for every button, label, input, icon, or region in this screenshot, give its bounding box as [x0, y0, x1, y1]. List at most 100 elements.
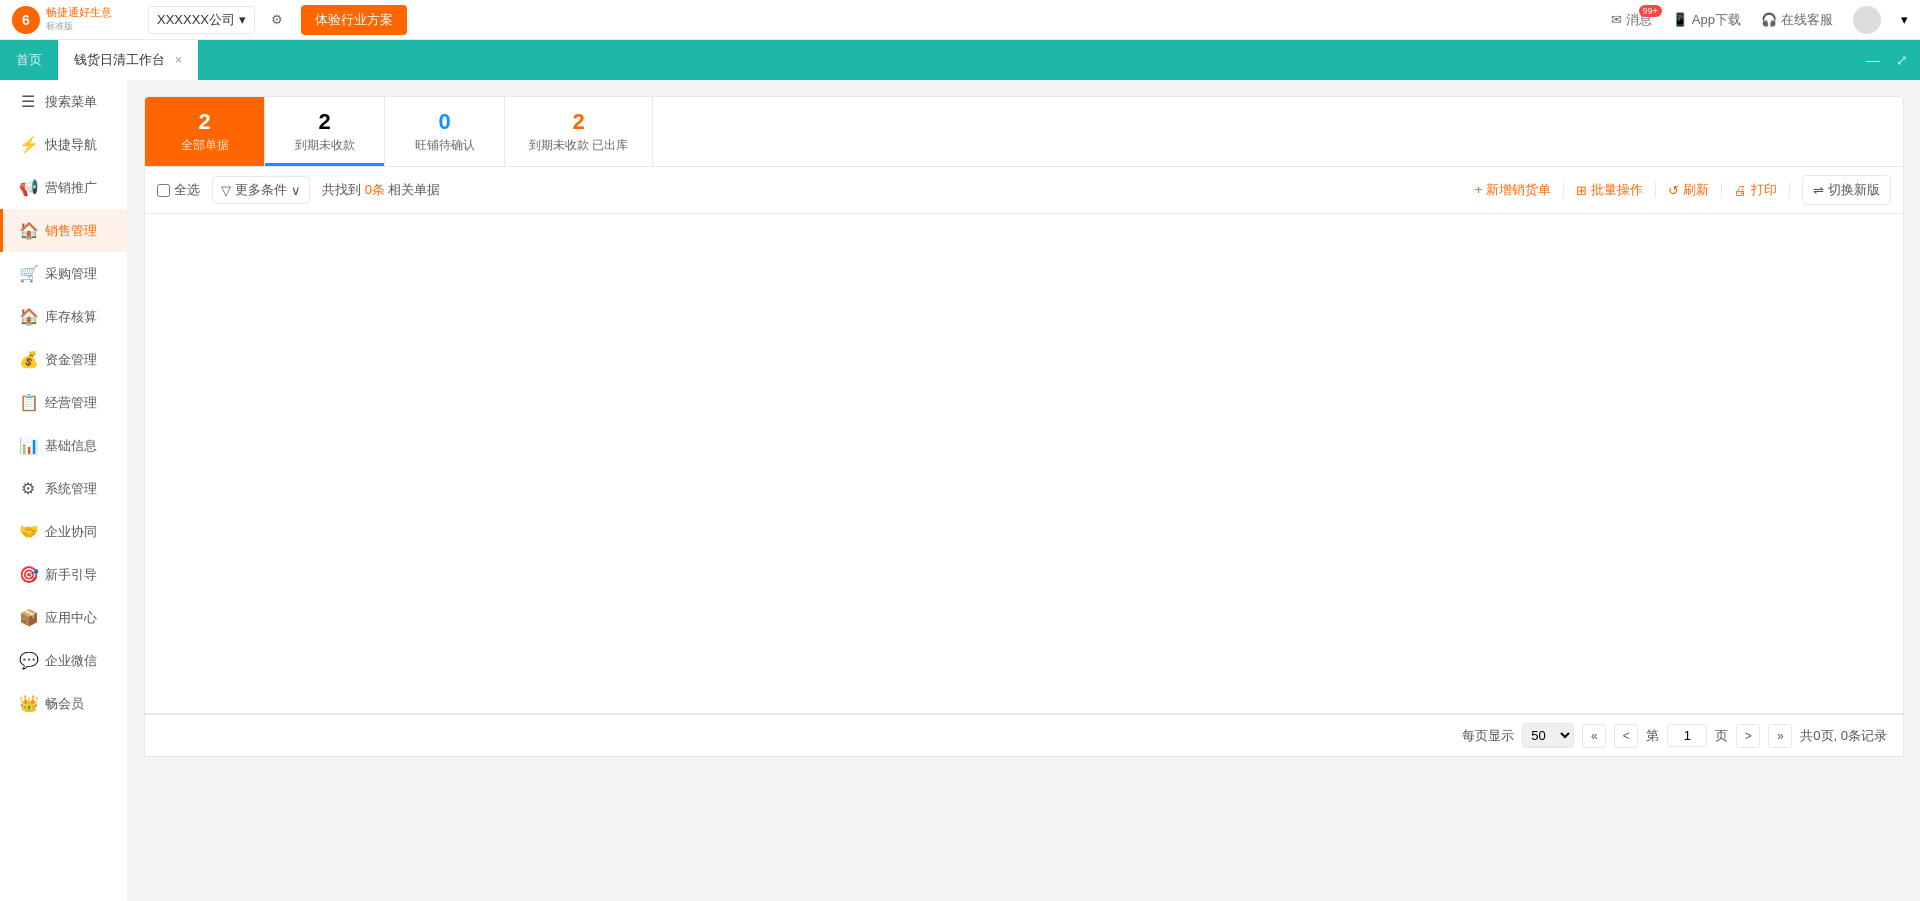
stat-tab-overdue[interactable]: 2 到期未收款 — [265, 97, 385, 166]
toolbar-divider2 — [1655, 182, 1656, 198]
quick-nav-icon: ⚡ — [19, 135, 37, 154]
per-page-label: 每页显示 — [1462, 727, 1514, 745]
tab-minimize-icon[interactable]: — — [1862, 48, 1884, 72]
per-page-select[interactable]: 50 100 — [1522, 723, 1574, 748]
first-page-btn[interactable]: « — [1582, 724, 1606, 748]
settings-icon[interactable]: ⚙ — [263, 6, 291, 34]
toolbar-divider4 — [1789, 182, 1790, 198]
marketing-icon: 📢 — [19, 178, 37, 197]
tab-bar-right: — ⤢ — [1862, 48, 1920, 72]
page-number-input[interactable] — [1667, 724, 1707, 747]
sidebar-label-guide: 新手引导 — [45, 566, 97, 584]
avatar[interactable] — [1853, 6, 1881, 34]
tab-maximize-icon[interactable]: ⤢ — [1892, 48, 1912, 72]
filter-dropdown-icon: ∨ — [291, 183, 301, 198]
stat-tab-wangpu[interactable]: 0 旺铺待确认 — [385, 97, 505, 166]
experience-btn[interactable]: 体验行业方案 — [301, 5, 407, 35]
stat-tab-all[interactable]: 2 全部单据 — [145, 97, 265, 166]
sidebar-item-quick-nav[interactable]: ⚡ 快捷导航 — [0, 123, 127, 166]
toolbar: 全选 ▽ 更多条件 ∨ 共找到 0条 相关单据 + 新增销货单 ⊞ 批量操作 — [144, 167, 1904, 214]
sidebar-label-enterprise-wechat: 企业微信 — [45, 652, 97, 670]
sidebar-item-sales[interactable]: 🏠 销售管理 — [0, 209, 127, 252]
sidebar-item-base-info[interactable]: 📊 基础信息 — [0, 424, 127, 467]
sidebar-item-search-menu[interactable]: ☰ 搜索菜单 — [0, 80, 127, 123]
sidebar-label-member: 畅会员 — [45, 695, 84, 713]
sales-icon: 🏠 — [19, 221, 37, 240]
sidebar-label-finance: 资金管理 — [45, 351, 97, 369]
sidebar-item-inventory[interactable]: 🏠 库存核算 — [0, 295, 127, 338]
print-icon: 🖨 — [1734, 183, 1747, 198]
stat-tab-shipped[interactable]: 2 到期未收款 已出库 — [505, 97, 653, 166]
select-all-checkbox[interactable]: 全选 — [157, 181, 200, 199]
refresh-btn[interactable]: ↺ 刷新 — [1668, 177, 1709, 203]
found-text: 共找到 0条 相关单据 — [322, 181, 440, 199]
tab-home-label: 首页 — [16, 51, 42, 69]
sidebar-label-system: 系统管理 — [45, 480, 97, 498]
stat-overdue-label: 到期未收款 — [289, 137, 360, 154]
sidebar-label-inventory: 库存核算 — [45, 308, 97, 326]
sidebar-item-enterprise-wechat[interactable]: 💬 企业微信 — [0, 639, 127, 682]
sidebar-label-sales: 销售管理 — [45, 222, 97, 240]
select-all-input[interactable] — [157, 184, 170, 197]
refresh-label: 刷新 — [1683, 181, 1709, 199]
sidebar-item-guide[interactable]: 🎯 新手引导 — [0, 553, 127, 596]
tab-close-icon[interactable]: × — [175, 53, 182, 67]
system-icon: ⚙ — [19, 479, 37, 498]
logo-text: 畅捷通好生意 — [46, 6, 112, 19]
add-sale-btn[interactable]: + 新增销货单 — [1475, 177, 1551, 203]
total-info: 共0页, 0条记录 — [1800, 727, 1887, 745]
more-filter-btn[interactable]: ▽ 更多条件 ∨ — [212, 176, 310, 204]
logo-icon: 6 — [12, 6, 40, 34]
tab-workbench[interactable]: 钱货日清工作台 × — [58, 40, 198, 80]
stat-shipped-label: 到期未收款 已出库 — [529, 137, 628, 154]
sidebar-item-operations[interactable]: 📋 经营管理 — [0, 381, 127, 424]
purchase-icon: 🛒 — [19, 264, 37, 283]
sidebar-item-system[interactable]: ⚙ 系统管理 — [0, 467, 127, 510]
more-filter-label: 更多条件 — [235, 181, 287, 199]
found-suffix: 相关单据 — [388, 182, 440, 197]
tab-home[interactable]: 首页 — [0, 40, 58, 80]
stat-wangpu-label: 旺铺待确认 — [409, 137, 480, 154]
guide-icon: 🎯 — [19, 565, 37, 584]
refresh-icon: ↺ — [1668, 183, 1679, 198]
message-btn[interactable]: ✉ 消息 99+ — [1611, 11, 1652, 29]
batch-btn[interactable]: ⊞ 批量操作 — [1576, 177, 1643, 203]
company-selector[interactable]: XXXXXX公司 ▾ — [148, 6, 255, 34]
sidebar: ☰ 搜索菜单 ⚡ 快捷导航 📢 营销推广 🏠 销售管理 🛒 采购管理 🏠 库存核… — [0, 80, 128, 901]
sidebar-item-finance[interactable]: 💰 资金管理 — [0, 338, 127, 381]
stat-all-num: 2 — [169, 109, 240, 135]
prev-page-btn[interactable]: < — [1614, 724, 1638, 748]
sidebar-item-purchase[interactable]: 🛒 采购管理 — [0, 252, 127, 295]
app-download-btn[interactable]: 📱 App下载 — [1672, 11, 1741, 29]
top-header: 6 畅捷通好生意 标准版 XXXXXX公司 ▾ ⚙ 体验行业方案 ✉ 消息 99… — [0, 0, 1920, 40]
sidebar-item-enterprise[interactable]: 🤝 企业协同 — [0, 510, 127, 553]
online-service-btn[interactable]: 🎧 在线客服 — [1761, 11, 1833, 29]
page-label: 第 — [1646, 727, 1659, 745]
print-btn[interactable]: 🖨 打印 — [1734, 177, 1777, 203]
logo-area: 6 畅捷通好生意 标准版 — [12, 6, 140, 34]
sidebar-item-member[interactable]: 👑 畅会员 — [0, 682, 127, 725]
user-dropdown-icon[interactable]: ▾ — [1901, 12, 1908, 27]
sidebar-label-enterprise: 企业协同 — [45, 523, 97, 541]
toolbar-divider1 — [1563, 182, 1564, 198]
switch-version-btn[interactable]: ⇌ 切换新版 — [1802, 175, 1891, 205]
sidebar-item-app-center[interactable]: 📦 应用中心 — [0, 596, 127, 639]
sidebar-label-marketing: 营销推广 — [45, 179, 97, 197]
app-center-icon: 📦 — [19, 608, 37, 627]
sidebar-label-app-center: 应用中心 — [45, 609, 97, 627]
stat-shipped-num: 2 — [529, 109, 628, 135]
sidebar-item-marketing[interactable]: 📢 营销推广 — [0, 166, 127, 209]
filter-icon: ▽ — [221, 183, 231, 198]
member-icon: 👑 — [19, 694, 37, 713]
batch-label: 批量操作 — [1591, 181, 1643, 199]
pagination: 每页显示 50 100 « < 第 页 > » 共0页, 0条记录 — [144, 714, 1904, 757]
next-page-btn[interactable]: > — [1736, 724, 1760, 748]
headset-icon: 🎧 — [1761, 12, 1777, 27]
switch-label: 切换新版 — [1828, 181, 1880, 199]
finance-icon: 💰 — [19, 350, 37, 369]
tab-workbench-label: 钱货日清工作台 — [74, 51, 165, 69]
stat-overdue-num: 2 — [289, 109, 360, 135]
message-icon: ✉ — [1611, 12, 1622, 27]
last-page-btn[interactable]: » — [1768, 724, 1792, 748]
toolbar-divider3 — [1721, 182, 1722, 198]
